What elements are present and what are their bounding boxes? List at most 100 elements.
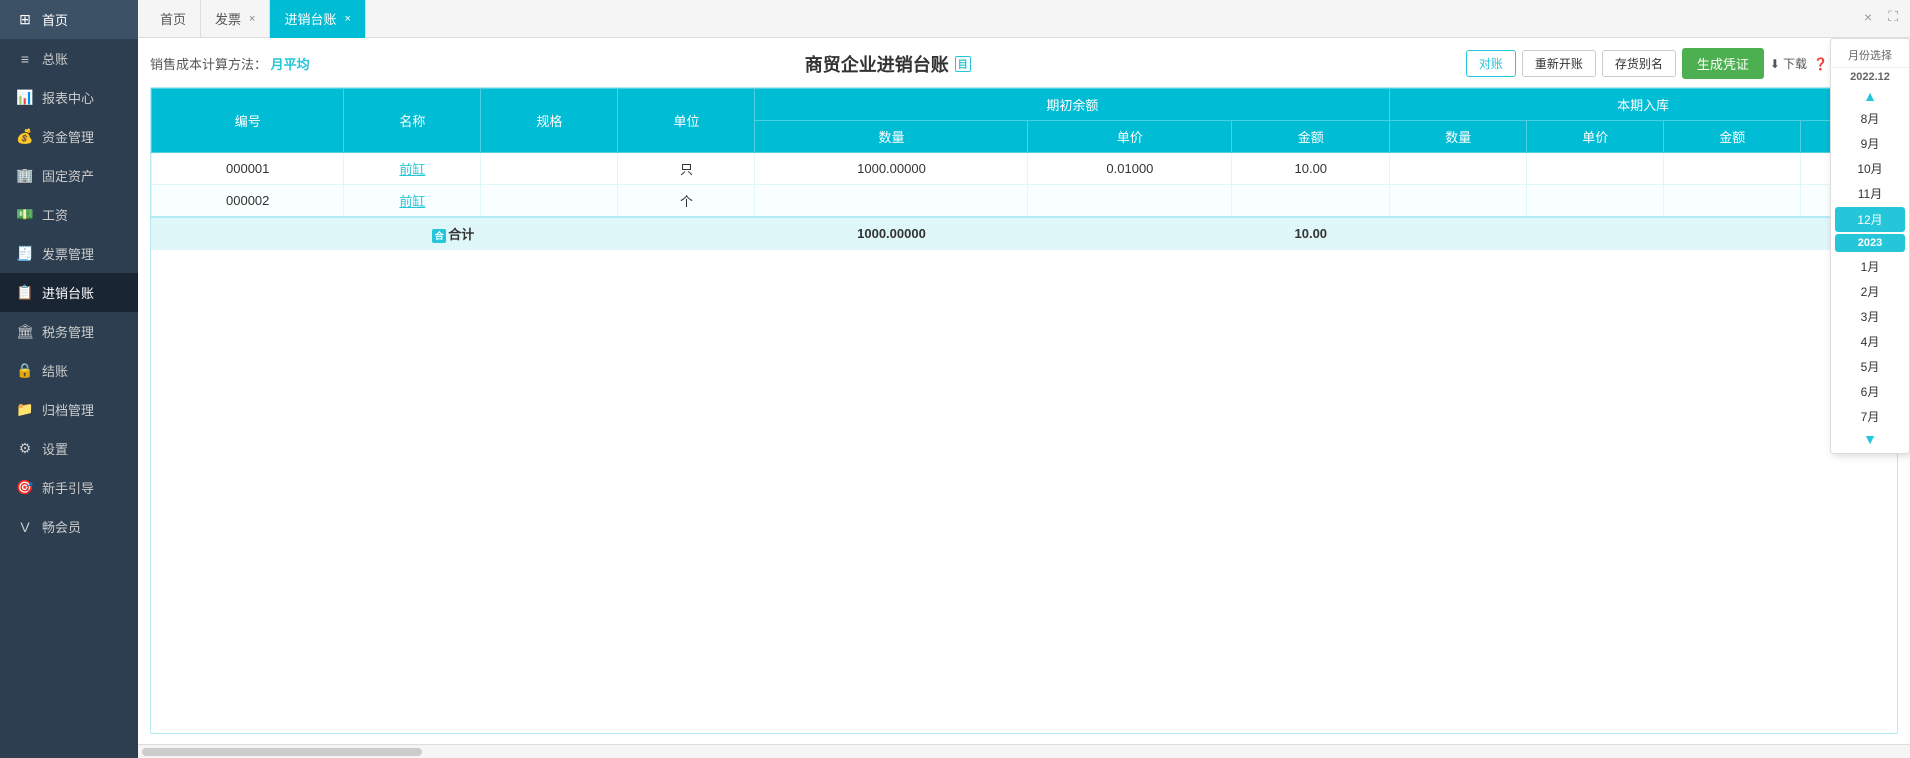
total-row: 合合计 1000.00000 10.00 — [152, 217, 1897, 250]
month-3[interactable]: 3月 — [1831, 304, 1909, 329]
col-header-unit: 单位 — [618, 89, 755, 153]
download-button[interactable]: ⬇ 下载 — [1770, 55, 1807, 72]
cost-method-label: 销售成本计算方法： — [150, 57, 267, 72]
tab-home[interactable]: 首页 — [146, 0, 201, 38]
month-6[interactable]: 6月 — [1831, 379, 1909, 404]
cell-begin-qty — [755, 185, 1028, 218]
tab-invoice-label: 发票 — [215, 9, 241, 28]
sidebar-item-close[interactable]: 🔒 结账 — [0, 351, 138, 390]
tab-purchase-sales-close[interactable]: × — [344, 13, 350, 25]
year-2022-label: 2022.12 — [1831, 68, 1909, 86]
col-in-amount: 金额 — [1664, 121, 1801, 153]
reconcile-button[interactable]: 对账 — [1466, 50, 1516, 77]
sidebar-item-archive[interactable]: 📁 归档管理 — [0, 390, 138, 429]
sidebar-item-ledger[interactable]: ≡ 总账 — [0, 39, 138, 78]
month-scroll-up[interactable]: ▲ — [1831, 86, 1909, 106]
col-in-price: 单价 — [1527, 121, 1664, 153]
main-content: 首页 发票 × 进销台账 × × ⛶ 销售成本计算方法： 月平均 商贸企业进销台… — [138, 0, 1910, 758]
salary-icon: 💵 — [16, 206, 34, 223]
total-in-amount — [1664, 217, 1801, 250]
reopen-button[interactable]: 重新开账 — [1522, 50, 1596, 77]
funds-icon: 💰 — [16, 128, 34, 145]
sidebar-item-label: 畅会员 — [42, 517, 81, 536]
title-doc-icon[interactable]: 目 — [955, 56, 971, 72]
sidebar-item-label: 税务管理 — [42, 322, 94, 341]
col-begin-price: 单价 — [1028, 121, 1232, 153]
close-account-icon: 🔒 — [16, 362, 34, 379]
sidebar-item-salary[interactable]: 💵 工资 — [0, 195, 138, 234]
month-12[interactable]: 12月 — [1835, 207, 1905, 232]
cell-begin-amount — [1232, 185, 1390, 218]
cell-begin-price: 0.01000 — [1028, 153, 1232, 185]
horizontal-scrollbar[interactable] — [142, 748, 422, 756]
col-group-in: 本期入库 — [1390, 89, 1897, 121]
name-link[interactable]: 前缸 — [399, 194, 425, 209]
home-icon: ⊞ — [16, 11, 34, 28]
month-panel-title: 月份选择 — [1831, 43, 1909, 68]
assets-icon: 🏢 — [16, 167, 34, 184]
data-table: 编号 名称 规格 单位 期初余额 本期入库 数量 单价 金额 数量 单价 金额 — [151, 88, 1897, 250]
total-begin-amount: 10.00 — [1232, 217, 1390, 250]
cell-in-amount — [1664, 185, 1801, 218]
sidebar-item-invoice-mgmt[interactable]: 🧾 发票管理 — [0, 234, 138, 273]
month-scroll-down[interactable]: ▼ — [1831, 429, 1909, 449]
save-alias-button[interactable]: 存货别名 — [1602, 50, 1676, 77]
month-4[interactable]: 4月 — [1831, 329, 1909, 354]
sidebar-item-label: 新手引导 — [42, 478, 94, 497]
ledger-icon: ≡ — [16, 51, 34, 67]
sidebar-item-member[interactable]: V 畅会员 — [0, 507, 138, 546]
total-icon: 合 — [432, 229, 446, 243]
sidebar-item-label: 首页 — [42, 10, 68, 29]
month-9[interactable]: 9月 — [1831, 131, 1909, 156]
sidebar-item-home[interactable]: ⊞ 首页 — [0, 0, 138, 39]
sidebar-item-reports[interactable]: 📊 报表中心 — [0, 78, 138, 117]
tab-purchase-sales[interactable]: 进销台账 × — [270, 0, 365, 38]
year-2023-label: 2023 — [1835, 234, 1905, 252]
month-11[interactable]: 11月 — [1831, 181, 1909, 206]
window-maximize-button[interactable]: ⛶ — [1884, 6, 1902, 27]
cell-name: 前缸 — [344, 185, 481, 218]
invoice-mgmt-icon: 🧾 — [16, 245, 34, 262]
cell-spec — [481, 153, 618, 185]
member-icon: V — [16, 519, 34, 535]
name-link[interactable]: 前缸 — [399, 162, 425, 177]
month-8[interactable]: 8月 — [1831, 106, 1909, 131]
help-icon: ❓ — [1813, 57, 1828, 71]
col-header-id: 编号 — [152, 89, 344, 153]
col-begin-amount: 金额 — [1232, 121, 1390, 153]
col-group-begin: 期初余额 — [755, 89, 1390, 121]
month-1[interactable]: 1月 — [1831, 254, 1909, 279]
sidebar-item-guide[interactable]: 🎯 新手引导 — [0, 468, 138, 507]
col-begin-qty: 数量 — [755, 121, 1028, 153]
cell-in-qty — [1390, 153, 1527, 185]
cell-id: 000002 — [152, 185, 344, 218]
toolbar: 销售成本计算方法： 月平均 商贸企业进销台账 目 对账 重新开账 存货别名 生成… — [150, 48, 1898, 79]
sidebar-item-settings[interactable]: ⚙ 设置 — [0, 429, 138, 468]
reports-icon: 📊 — [16, 89, 34, 106]
month-2[interactable]: 2月 — [1831, 279, 1909, 304]
total-label: 合合计 — [152, 217, 755, 250]
month-7[interactable]: 7月 — [1831, 404, 1909, 429]
tab-invoice[interactable]: 发票 × — [201, 0, 270, 38]
sidebar-item-purchase-sales[interactable]: 📋 进销台账 — [0, 273, 138, 312]
cell-begin-price — [1028, 185, 1232, 218]
month-5[interactable]: 5月 — [1831, 354, 1909, 379]
sidebar-item-assets[interactable]: 🏢 固定资产 — [0, 156, 138, 195]
cell-name: 前缸 — [344, 153, 481, 185]
sidebar-item-label: 进销台账 — [42, 283, 94, 302]
generate-voucher-button[interactable]: 生成凭证 — [1682, 48, 1764, 79]
page-title: 商贸企业进销台账 — [805, 51, 949, 77]
cell-in-price — [1527, 185, 1664, 218]
window-close-button[interactable]: × — [1860, 7, 1876, 27]
scrollbar-area — [138, 744, 1910, 758]
archive-icon: 📁 — [16, 401, 34, 418]
sidebar-item-label: 归档管理 — [42, 400, 94, 419]
tab-home-label: 首页 — [160, 9, 186, 28]
table-row: 000001 前缸 只 1000.00000 0.01000 10.00 — [152, 153, 1897, 185]
month-10[interactable]: 10月 — [1831, 156, 1909, 181]
sidebar-item-tax[interactable]: 🏛 税务管理 — [0, 312, 138, 351]
sidebar-item-funds[interactable]: 💰 资金管理 — [0, 117, 138, 156]
cell-spec — [481, 185, 618, 218]
tab-invoice-close[interactable]: × — [249, 13, 255, 25]
sidebar-item-label: 资金管理 — [42, 127, 94, 146]
